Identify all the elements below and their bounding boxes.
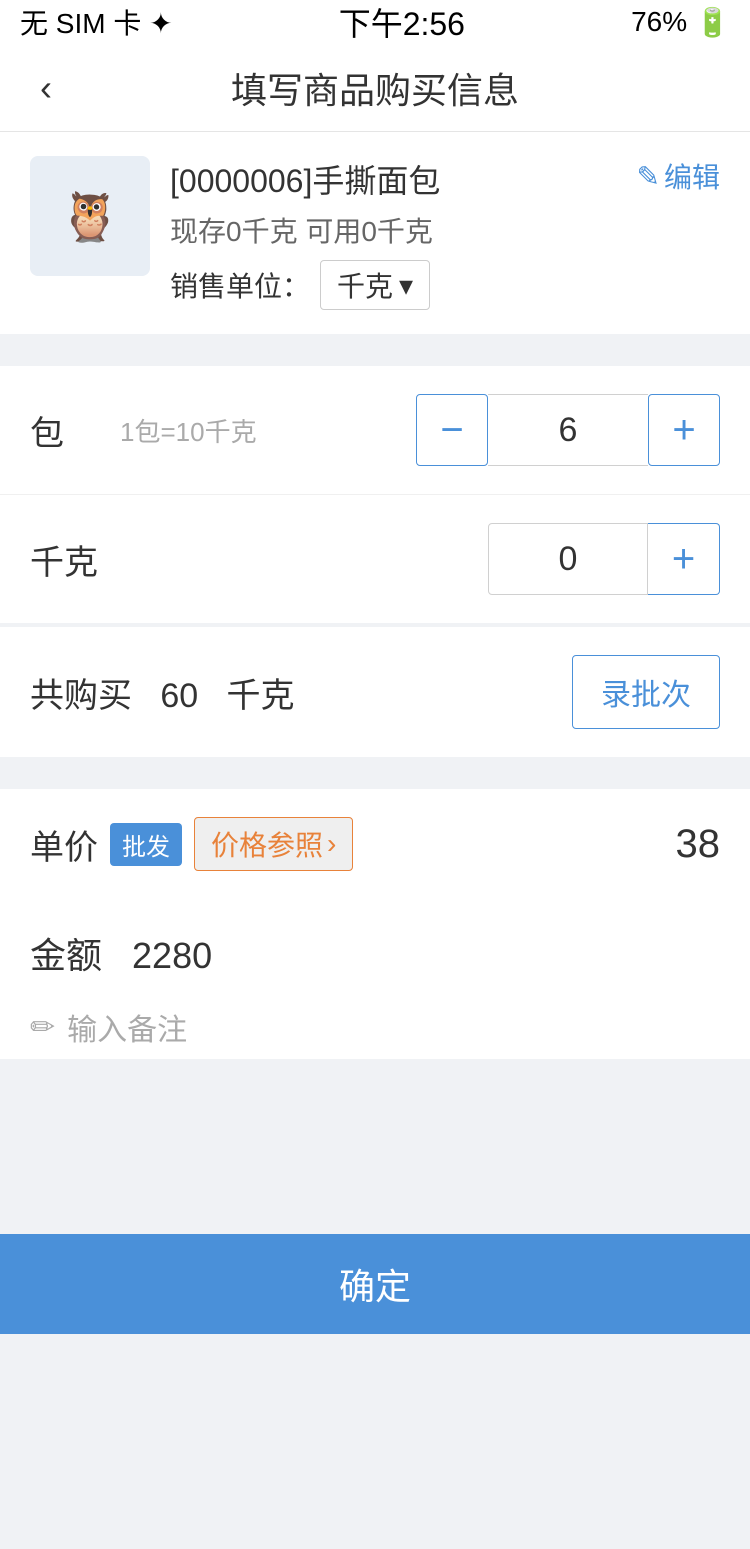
page-title: 填写商品购买信息 (231, 62, 519, 114)
status-left: 无 SIM 卡 ✦ (20, 2, 173, 42)
price-ref-button[interactable]: 价格参照 › (194, 817, 353, 871)
total-label: 共购买 (30, 677, 132, 715)
confirm-button[interactable]: 确定 (0, 1234, 750, 1334)
amount-label: 金额 (30, 935, 102, 976)
pack-label: 包 (30, 406, 110, 455)
total-unit: 千克 (227, 677, 295, 715)
sim-status: 无 SIM 卡 ✦ (20, 2, 173, 42)
product-unit-row: 销售单位： 千克 ▾ (170, 260, 617, 310)
edit-icon: ✎ (637, 160, 660, 193)
product-icon: 🦉 (60, 188, 120, 245)
amount-section: 金额 2280 ✏ 输入备注 (0, 899, 750, 1059)
separator-1 (0, 350, 750, 366)
price-section: 单价 批发 价格参照 › 38 (0, 789, 750, 899)
product-thumbnail: 🦉 (30, 156, 150, 276)
pack-plus-button[interactable]: + (648, 394, 720, 466)
product-name: [0000006]手撕面包 (170, 156, 617, 202)
kg-plus-button[interactable]: + (648, 523, 720, 595)
total-text: 共购买 60 千克 (30, 668, 295, 717)
batch-button[interactable]: 录批次 (572, 655, 720, 729)
remark-placeholder: 输入备注 (67, 1005, 187, 1049)
battery-status: 76% (631, 6, 687, 38)
kg-label: 千克 (30, 535, 110, 584)
pencil-icon: ✏ (30, 1010, 55, 1045)
amount-value: 2280 (132, 935, 212, 976)
back-button[interactable]: ‹ (30, 57, 62, 119)
price-ref-label: 价格参照 (211, 824, 323, 864)
pack-quantity-input[interactable] (488, 394, 648, 466)
amount-text: 金额 2280 (30, 927, 720, 979)
pack-minus-button[interactable]: − (416, 394, 488, 466)
price-type-tag: 批发 (110, 823, 182, 866)
status-bar: 无 SIM 卡 ✦ 下午2:56 76% 🔋 (0, 0, 750, 44)
kg-quantity-input[interactable] (488, 523, 648, 595)
pack-hint: 1包=10千克 (110, 412, 416, 449)
pack-quantity-control: − + (416, 394, 720, 466)
unit-label: 销售单位： (170, 265, 310, 305)
remark-row[interactable]: ✏ 输入备注 (30, 995, 720, 1059)
status-right: 76% 🔋 (631, 6, 730, 39)
total-section: 共购买 60 千克 录批次 (0, 627, 750, 757)
nav-bar: ‹ 填写商品购买信息 (0, 44, 750, 132)
time-display: 下午2:56 (339, 0, 465, 45)
product-info: [0000006]手撕面包 现存0千克 可用0千克 销售单位： 千克 ▾ (170, 156, 617, 310)
separator-3 (0, 773, 750, 789)
pack-quantity-row: 包 1包=10千克 − + (0, 366, 750, 495)
battery-icon: 🔋 (695, 6, 730, 39)
chevron-down-icon: ▾ (399, 269, 413, 302)
total-amount: 60 (160, 677, 198, 715)
edit-button[interactable]: ✎ 编辑 (637, 156, 720, 196)
price-value: 38 (676, 822, 721, 867)
edit-label: 编辑 (664, 156, 720, 196)
unit-value: 千克 (337, 265, 393, 305)
quantity-section: 包 1包=10千克 − + 千克 + (0, 366, 750, 623)
chevron-right-icon: › (327, 828, 336, 860)
unit-select[interactable]: 千克 ▾ (320, 260, 430, 310)
kg-quantity-row: 千克 + (0, 495, 750, 623)
price-label: 单价 (30, 820, 98, 869)
product-stock: 现存0千克 可用0千克 (170, 210, 617, 250)
product-section: 🦉 [0000006]手撕面包 现存0千克 可用0千克 销售单位： 千克 ▾ ✎… (0, 132, 750, 334)
